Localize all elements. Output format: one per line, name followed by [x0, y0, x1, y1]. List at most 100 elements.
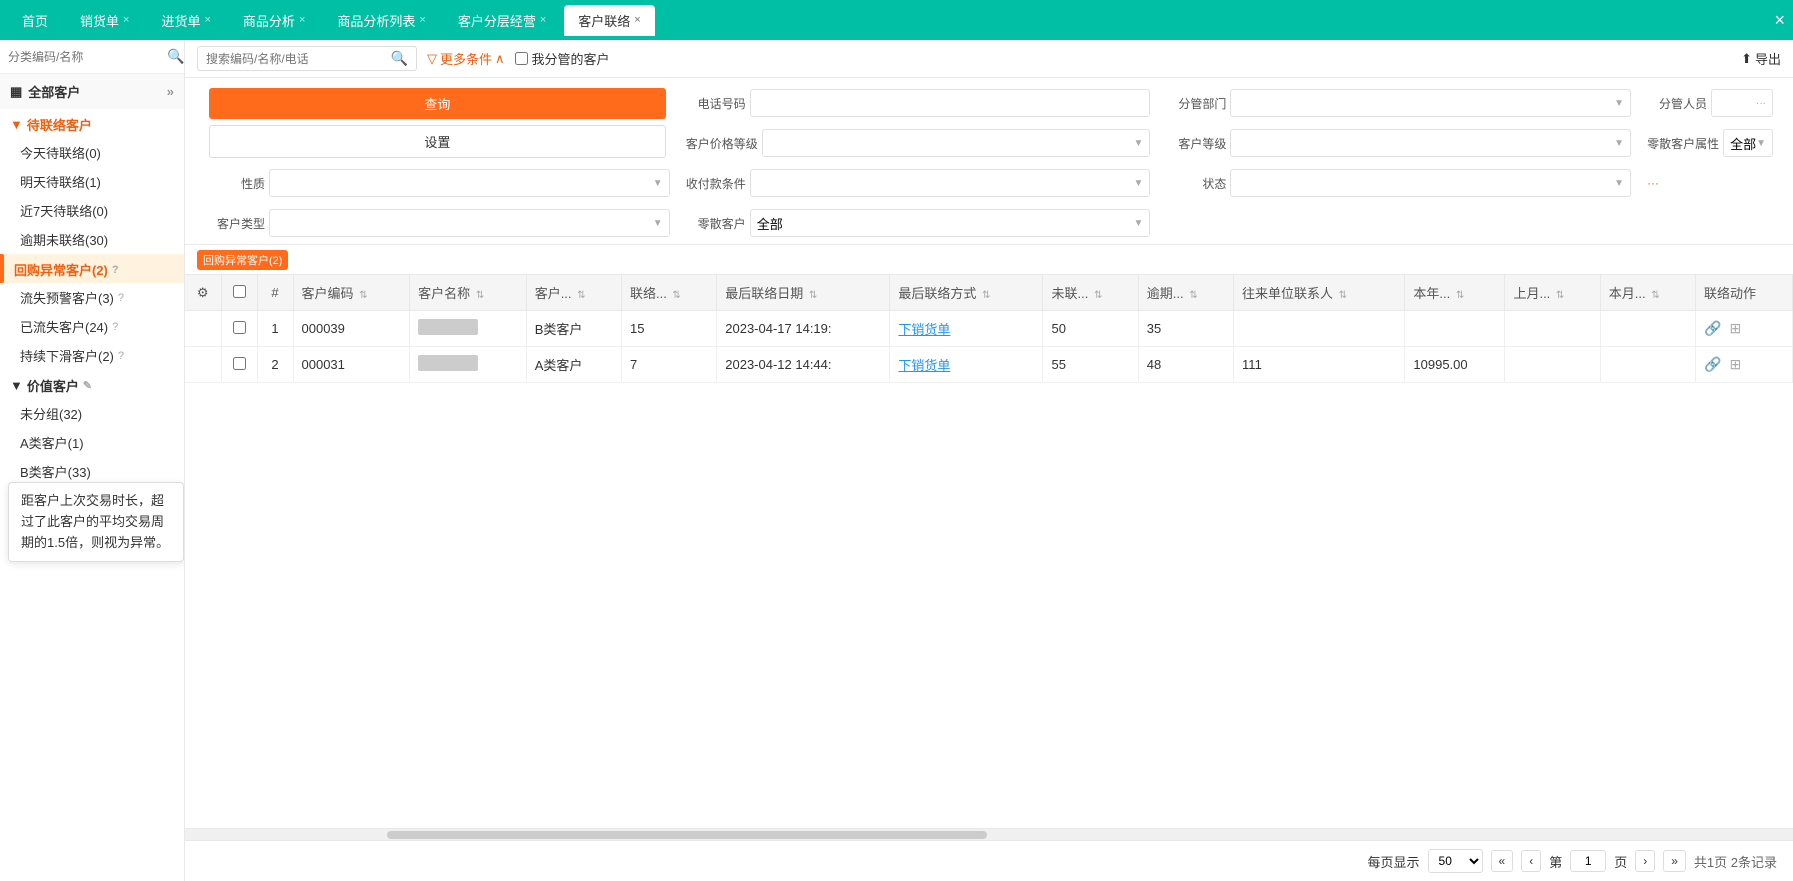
tab-product-list[interactable]: 商品分析列表 × [323, 5, 439, 36]
th-contact-person[interactable]: 往来单位联系人 ⇅ [1234, 275, 1405, 311]
customer-grade-select[interactable]: ▼ [1230, 129, 1631, 157]
th-year-amount[interactable]: 本年... ⇅ [1405, 275, 1505, 311]
tab-purchase[interactable]: 进货单 × [147, 5, 224, 36]
sidebar-item-ungrouped[interactable]: 未分组(32) [0, 399, 184, 428]
th-checkbox[interactable] [221, 275, 257, 311]
tab-product-analysis[interactable]: 商品分析 × [229, 5, 319, 36]
retail-attr-select[interactable]: 全部 ▼ [1723, 129, 1773, 157]
my-customers-checkbox[interactable] [515, 52, 528, 65]
th-last-method[interactable]: 最后联络方式 ⇅ [890, 275, 1043, 311]
tab-purchase-close[interactable]: × [204, 14, 210, 26]
select-all-checkbox[interactable] [233, 285, 246, 298]
last-page-button[interactable]: » [1663, 850, 1686, 872]
td-last-method-1[interactable]: 下销货单 [890, 311, 1043, 347]
pending-contact-group[interactable]: ▼ 待联络客户 [0, 109, 184, 138]
link-icon-2[interactable]: 🔗 [1704, 356, 1721, 373]
link-icon-1[interactable]: 🔗 [1704, 320, 1721, 337]
anomaly-group-header[interactable]: 回购异常客户(2) ? [0, 254, 184, 283]
sidebar-search-input[interactable] [8, 50, 163, 64]
td-last-date-2: 2023-04-12 14:44: [717, 347, 890, 383]
sidebar-search-icon[interactable]: 🔍 [167, 48, 184, 65]
tab-customer-tier[interactable]: 客户分层经营 × [444, 5, 560, 36]
export-button[interactable]: ⬆ 导出 [1741, 49, 1781, 68]
sidebar-item-churn-warning[interactable]: 流失预警客户(3) ? [0, 283, 184, 312]
value-group-header[interactable]: ▼ 价值客户 ✎ [0, 370, 184, 399]
sidebar-collapse-icon[interactable]: » [167, 84, 174, 99]
more-conditions-button[interactable]: ··· [1647, 176, 1659, 190]
tab-customer-contact[interactable]: 客户联络 × [564, 5, 654, 36]
sidebar-item-classA[interactable]: A类客户(1) [0, 428, 184, 457]
payment-select[interactable]: ▼ [750, 169, 1151, 197]
td-code-2[interactable]: 000031 [293, 347, 410, 383]
next-page-button[interactable]: › [1635, 850, 1655, 872]
tab-home[interactable]: 首页 [8, 5, 62, 36]
all-customers-header[interactable]: ▦ 全部客户 » [0, 74, 184, 109]
my-customers-checkbox-area[interactable]: 我分管的客户 [515, 49, 610, 68]
tab-sales[interactable]: 销货单 × [66, 5, 143, 36]
churn-warning-help-icon[interactable]: ? [118, 292, 124, 304]
anomaly-filter-badge[interactable]: 回购异常客户(2) [197, 250, 288, 270]
sidebar-item-declining[interactable]: 持续下滑客户(2) ? [0, 341, 184, 370]
retail-customer-select[interactable]: 全部 ▼ [750, 209, 1151, 237]
value-group-edit-icon[interactable]: ✎ [83, 379, 92, 392]
tab-sales-close[interactable]: × [123, 14, 129, 26]
th-this-month[interactable]: 本月... ⇅ [1600, 275, 1695, 311]
sidebar-item-tomorrow[interactable]: 明天待联络(1) [0, 167, 184, 196]
customer-table: ⚙ # 客户编码 ⇅ 客户名称 ⇅ 客户... ⇅ 联络... ⇅ 最后联络日期… [185, 275, 1793, 383]
prev-page-button[interactable]: ‹ [1521, 850, 1541, 872]
last-method-link-2[interactable]: 下销货单 [898, 358, 950, 373]
anomaly-help-icon[interactable]: ? [112, 264, 119, 276]
horizontal-scrollbar[interactable] [185, 828, 1793, 840]
th-uncontacted[interactable]: 未联... ⇅ [1043, 275, 1138, 311]
search-input[interactable] [206, 52, 387, 66]
th-overdue[interactable]: 逾期... ⇅ [1138, 275, 1233, 311]
sidebar-item-7days[interactable]: 近7天待联络(0) [0, 196, 184, 225]
price-grade-select[interactable]: ▼ [762, 129, 1151, 157]
page-number-input[interactable] [1570, 850, 1606, 872]
more-filters-button[interactable]: ▽ 更多条件 ∧ [427, 49, 505, 68]
grid-icon-1[interactable]: ⊞ [1729, 320, 1741, 337]
close-all-button[interactable]: × [1774, 10, 1785, 31]
th-last-month[interactable]: 上月... ⇅ [1505, 275, 1600, 311]
sidebar-item-today[interactable]: 今天待联络(0) [0, 138, 184, 167]
tab-customer-tier-close[interactable]: × [540, 14, 546, 26]
filter-retail-attr-cell: 零散客户属性 全部 ▼ [1639, 126, 1781, 160]
tab-purchase-label: 进货单 [161, 11, 200, 30]
customer-name-blur-2 [418, 355, 478, 371]
td-checkbox-2[interactable] [221, 347, 257, 383]
tab-product-analysis-close[interactable]: × [299, 14, 305, 26]
search-icon[interactable]: 🔍 [391, 50, 408, 67]
grid-icon-2[interactable]: ⊞ [1729, 356, 1741, 373]
sidebar-item-churned[interactable]: 已流失客户(24) ? [0, 312, 184, 341]
last-method-link-1[interactable]: 下销货单 [898, 322, 950, 337]
td-code-1[interactable]: 000039 [293, 311, 410, 347]
th-contact-count[interactable]: 联络... ⇅ [621, 275, 716, 311]
td-last-method-2[interactable]: 下销货单 [890, 347, 1043, 383]
tab-product-list-close[interactable]: × [419, 14, 425, 26]
customer-type-select[interactable]: ▼ [269, 209, 670, 237]
th-last-date[interactable]: 最后联络日期 ⇅ [717, 275, 890, 311]
nature-select[interactable]: ▼ [269, 169, 670, 197]
manager-select[interactable]: ··· [1711, 89, 1773, 117]
declining-help-icon[interactable]: ? [118, 350, 124, 362]
first-page-button[interactable]: « [1491, 850, 1514, 872]
status-select[interactable]: ▼ [1230, 169, 1631, 197]
th-name[interactable]: 客户名称 ⇅ [410, 275, 527, 311]
row1-checkbox[interactable] [233, 321, 246, 334]
settings-button[interactable]: 设置 [209, 125, 666, 158]
tab-customer-contact-close[interactable]: × [634, 14, 640, 26]
page-size-select[interactable]: 50 100 200 [1428, 849, 1483, 873]
dept-select[interactable]: ▼ [1230, 89, 1631, 117]
phone-input[interactable] [750, 89, 1151, 117]
td-checkbox-1[interactable] [221, 311, 257, 347]
scroll-thumb[interactable] [387, 831, 987, 839]
retail-attr-arrow: ▼ [1756, 138, 1766, 149]
th-gear[interactable]: ⚙ [185, 275, 221, 311]
churned-help-icon[interactable]: ? [112, 321, 118, 333]
th-code[interactable]: 客户编码 ⇅ [293, 275, 410, 311]
th-type[interactable]: 客户... ⇅ [526, 275, 621, 311]
row2-checkbox[interactable] [233, 357, 246, 370]
query-button[interactable]: 查询 [209, 88, 666, 119]
sidebar-item-overdue[interactable]: 逾期未联络(30) [0, 225, 184, 254]
filter-nature-cell: 性质 ▼ [197, 166, 678, 200]
